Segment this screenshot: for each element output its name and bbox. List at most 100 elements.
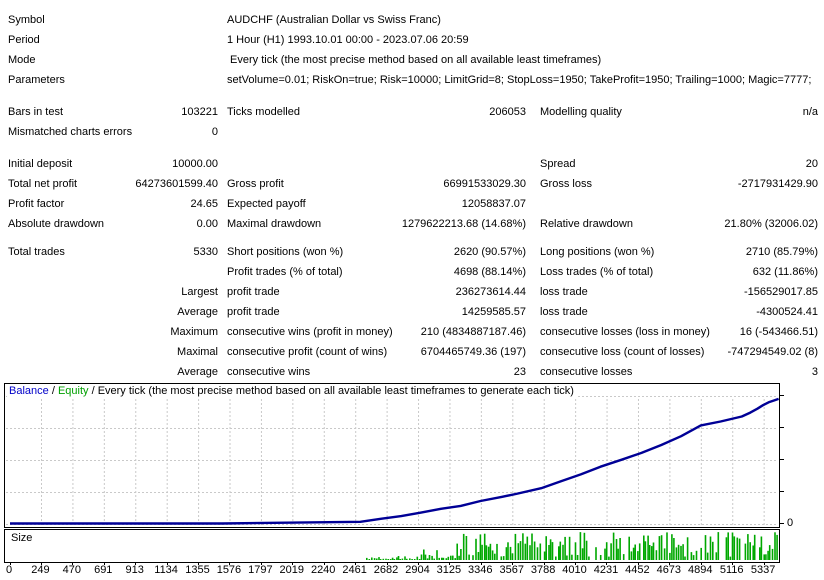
legend-equity: Equity: [57, 385, 92, 397]
size-chart-title: Size: [11, 532, 33, 544]
x-axis-label: 0: [5, 564, 13, 576]
stat-value-1: Maximum: [170, 326, 218, 338]
x-axis-label: 4673: [656, 564, 682, 576]
stat-label-3: Spread: [540, 158, 576, 170]
stat-value-3: -2717931429.90: [737, 178, 818, 190]
legend-balance: Balance: [9, 385, 52, 397]
stat-value-3: 21.80% (32006.02): [724, 218, 818, 230]
stat-row: Mismatched charts errors 0: [0, 122, 824, 142]
stat-value-1: 64273601599.40: [135, 178, 218, 190]
y-axis-tick: [780, 491, 784, 492]
stat-value-2: 4698 (88.14%): [453, 266, 526, 278]
stat-label-2: profit trade: [227, 306, 280, 318]
x-axis-label: 5116: [719, 564, 744, 576]
stat-value-1: 0: [211, 126, 218, 138]
y-axis-tick: [780, 395, 784, 396]
size-chart-plot: [366, 532, 778, 560]
x-axis-label: 4894: [687, 564, 713, 576]
stat-row: Total trades 5330 Short positions (won %) 2…: [0, 242, 824, 262]
stat-value-2: 2620 (90.57%): [453, 246, 526, 258]
info-row: Parameters setVolume=0.01; RiskOn=true; R…: [0, 70, 824, 90]
chart-legend: Balance / Equity / Every tick (the most …: [7, 385, 577, 398]
stat-row: Profit factor 24.65 Expected payoff 1205883…: [0, 194, 824, 214]
info-label: Symbol: [8, 14, 45, 26]
stat-value-1: Maximal: [177, 346, 218, 358]
stat-value-1: Average: [177, 366, 218, 378]
y-axis-tick: [780, 523, 784, 524]
stat-row: Initial deposit 10000.00 Spread 20: [0, 154, 824, 174]
stat-value-3: -156529017.85: [743, 286, 818, 298]
y-axis-label-zero: 0: [787, 517, 794, 529]
x-axis-label: 3567: [499, 564, 524, 576]
stat-value-3: 3: [811, 366, 818, 378]
stat-value-2: 1279622213.68 (14.68%): [401, 218, 526, 230]
stat-row: Bars in test 103221 Ticks modelled 206053 Mo…: [0, 102, 824, 122]
x-axis-label: 691: [94, 564, 113, 576]
info-row: Symbol AUDCHF (Australian Dollar vs Swiss…: [0, 10, 824, 30]
x-axis-label: 1576: [216, 564, 242, 576]
stat-label-3: Gross loss: [540, 178, 592, 190]
stat-row: Average consecutive wins 23 consecutive los…: [0, 362, 824, 382]
stat-row: Largest profit trade 236273614.44 loss trad…: [0, 282, 824, 302]
x-axis-label: 249: [31, 564, 50, 576]
stat-value-2: 23: [513, 366, 526, 378]
x-axis-label: 4231: [593, 564, 619, 576]
stat-label-3: loss trade: [540, 286, 588, 298]
info-label: Mode: [8, 54, 36, 66]
info-value: AUDCHF (Australian Dollar vs Swiss Franc…: [227, 14, 441, 26]
x-axis-label: 2461: [342, 564, 367, 576]
info-row: Period 1 Hour (H1) 1993.10.01 00:00 - 202…: [0, 30, 824, 50]
y-axis-tick: [780, 459, 784, 460]
x-axis-label: 1355: [185, 564, 210, 576]
stat-value-2: 6704465749.36 (197): [420, 346, 526, 358]
stat-value-2: 14259585.57: [461, 306, 526, 318]
stat-row: Total net profit 64273601599.40 Gross prof…: [0, 174, 824, 194]
x-axis-label: 470: [62, 564, 82, 576]
info-value: 1 Hour (H1) 1993.10.01 00:00 - 2023.07.0…: [227, 34, 469, 46]
info-value: setVolume=0.01; RiskOn=true; Risk=10000;…: [227, 74, 812, 86]
x-axis-label: 2682: [373, 564, 399, 576]
stat-value-2: 210 (4834887187.46): [420, 326, 526, 338]
stat-value-2: 236273614.44: [455, 286, 526, 298]
strategy-tester-report: { "report": { "info_rows": [ {"label":"S…: [0, 0, 824, 580]
stat-row: Maximal consecutive profit (count of wins…: [0, 342, 824, 362]
stat-value-3: 20: [805, 158, 818, 170]
stat-value-1: 103221: [181, 106, 218, 118]
stat-label-3: loss trade: [540, 306, 588, 318]
stat-value-3: 2710 (85.79%): [745, 246, 818, 258]
x-axis-label: 913: [125, 564, 144, 576]
legend-: / Every tick (the most precise method ba…: [91, 385, 574, 397]
x-axis-label: 1134: [154, 564, 178, 576]
info-label: Parameters: [8, 74, 65, 86]
stat-value-3: 16 (-543466.51): [739, 326, 818, 338]
x-axis-label: 2904: [405, 564, 430, 576]
x-axis-label: 3346: [468, 564, 493, 576]
x-axis-label: 3788: [530, 564, 556, 576]
x-axis-label: 4452: [625, 564, 650, 576]
x-axis-label: 2240: [310, 564, 336, 576]
stat-label-2: profit trade: [227, 286, 280, 298]
info-row: Mode Every tick (the most precise method…: [0, 50, 824, 70]
stat-value-1: 0.00: [196, 218, 218, 230]
stat-row: Average profit trade 14259585.57 loss trade…: [0, 302, 824, 322]
y-axis-tick: [780, 427, 784, 428]
stat-row: Maximum consecutive wins (profit in money…: [0, 322, 824, 342]
x-axis-label: 2019: [279, 564, 305, 576]
stat-value-1: Largest: [181, 286, 218, 298]
stat-value-3: -747294549.02 (8): [727, 346, 818, 358]
x-axis-label: 5337: [750, 564, 776, 576]
info-label: Period: [8, 34, 40, 46]
stat-value-1: Average: [177, 306, 218, 318]
stat-value-3: -4300524.41: [756, 306, 818, 318]
stat-value-2: 206053: [489, 106, 526, 118]
size-chart-frame: Size: [4, 529, 780, 563]
x-axis-label: 1797: [248, 564, 273, 576]
x-axis-label: 4010: [562, 564, 587, 576]
stat-value-3: n/a: [802, 106, 818, 118]
x-axis-label: 3125: [436, 564, 462, 576]
stat-value-1: 24.65: [190, 198, 218, 210]
stat-value-2: 12058837.07: [461, 198, 526, 210]
stat-value-2: 66991533029.30: [443, 178, 526, 190]
stat-value-1: 10000.00: [172, 158, 218, 170]
stat-label-2: Gross profit: [227, 178, 284, 190]
